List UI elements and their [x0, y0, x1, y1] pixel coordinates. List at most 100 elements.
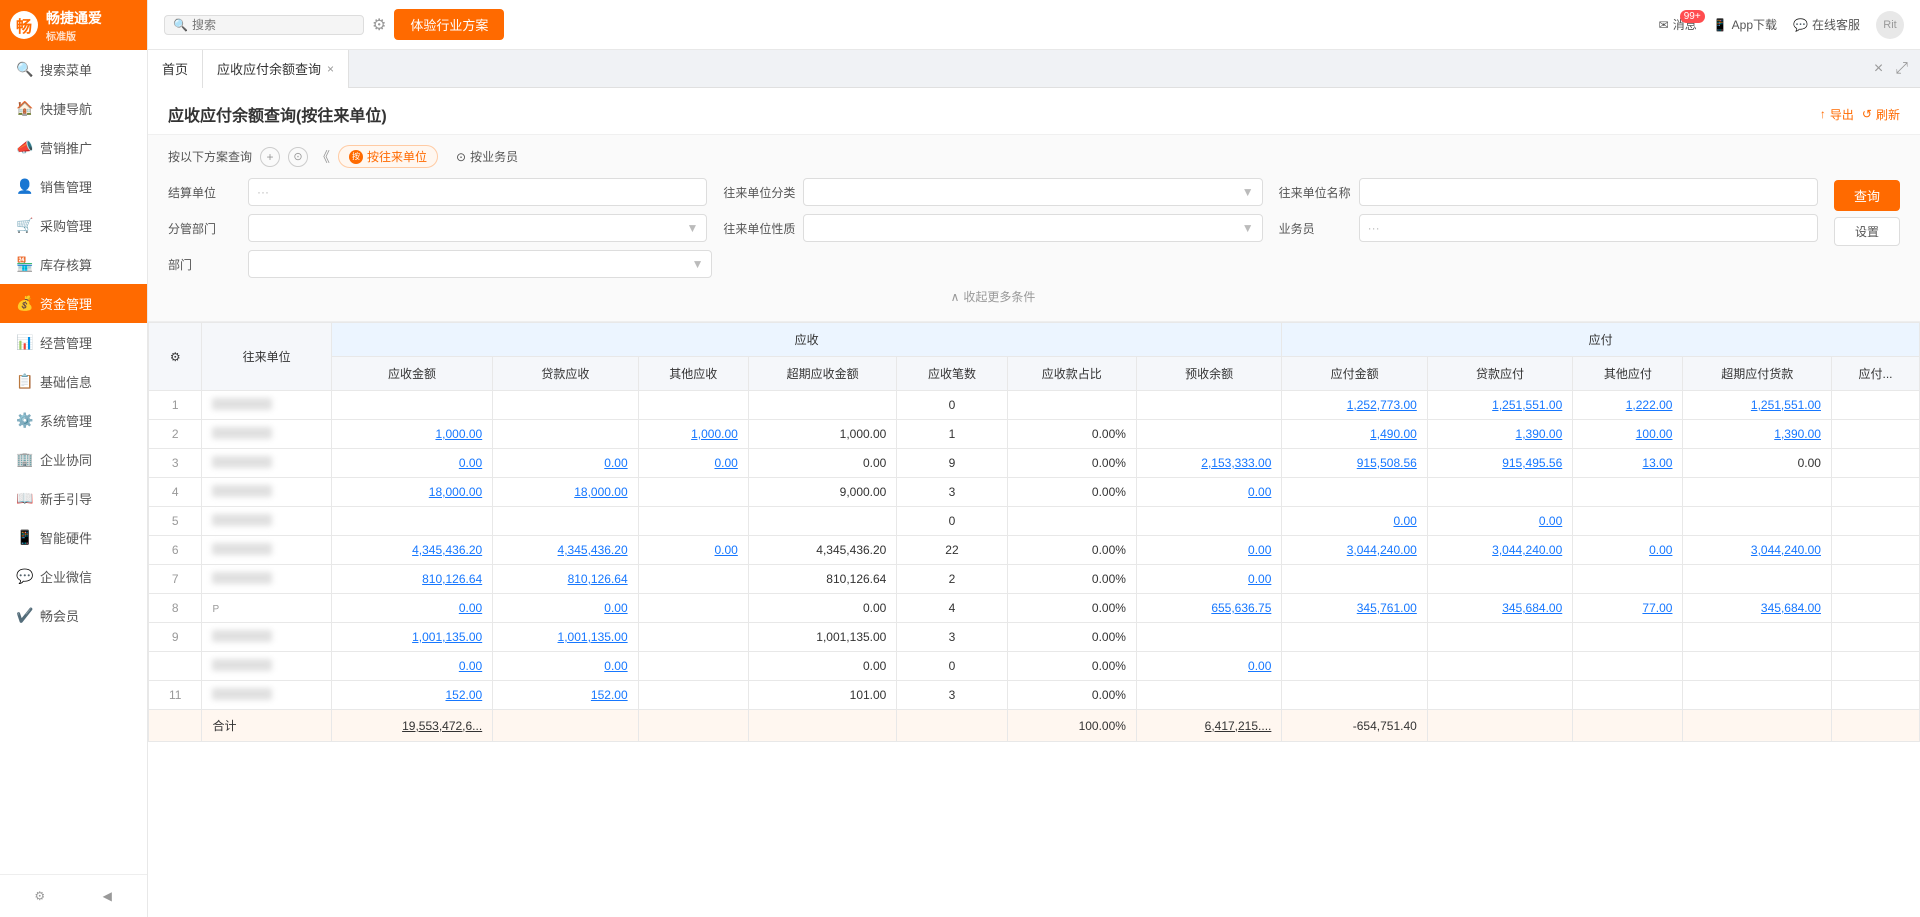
total-ar-prepay[interactable]: 6,417,215.... — [1136, 710, 1281, 742]
row-ar-amount-11[interactable]: 152.00 — [331, 681, 492, 710]
row-ap-other-8[interactable]: 77.00 — [1573, 594, 1683, 623]
partner-nature-input[interactable]: ▼ — [803, 214, 1262, 242]
row-ar-amount-4[interactable]: 18,000.00 — [331, 478, 492, 507]
filter-setting-button[interactable]: ⊙ — [288, 147, 308, 167]
sidebar-item-guide[interactable]: 📖 新手引导 — [0, 479, 147, 518]
partner-name-input[interactable] — [1359, 178, 1818, 206]
row-ap-other-2[interactable]: 100.00 — [1573, 420, 1683, 449]
row-ar-other-2[interactable]: 1,000.00 — [638, 420, 748, 449]
subdept-input[interactable]: ▼ — [248, 250, 712, 278]
app-download-button[interactable]: 📱 App下载 — [1713, 16, 1777, 33]
row-ap-loan-1[interactable]: 1,251,551.00 — [1427, 391, 1572, 420]
row-ar-amount-8[interactable]: 0.00 — [331, 594, 492, 623]
topbar-search-input[interactable] — [192, 18, 342, 32]
row-ar-loan-7[interactable]: 810,126.64 — [493, 565, 638, 594]
partner-type-input[interactable]: ▼ — [803, 178, 1262, 206]
solution-button[interactable]: 体验行业方案 — [394, 9, 504, 40]
sidebar-item-basic[interactable]: 📋 基础信息 — [0, 362, 147, 401]
sidebar-item-corp[interactable]: 🏢 企业协同 — [0, 440, 147, 479]
row-ar-loan-4[interactable]: 18,000.00 — [493, 478, 638, 507]
sidebar-collapse-button[interactable]: ◀ — [78, 885, 138, 907]
row-ar-amount-10[interactable]: 0.00 — [331, 652, 492, 681]
row-ar-amount-7[interactable]: 810,126.64 — [331, 565, 492, 594]
export-button[interactable]: ↑ 导出 — [1820, 106, 1854, 123]
close-all-icon[interactable]: × — [1870, 58, 1887, 80]
row-ap-loan-2[interactable]: 1,390.00 — [1427, 420, 1572, 449]
filter-scheme2[interactable]: ⊙ 按业务员 — [446, 146, 528, 167]
dept-input[interactable]: ▼ — [248, 214, 707, 242]
tab-home[interactable]: 首页 — [148, 50, 203, 88]
expand-icon[interactable]: ⤢ — [1891, 58, 1912, 80]
row-ap-loan-5[interactable]: 0.00 — [1427, 507, 1572, 536]
row-ar-loan-11[interactable]: 152.00 — [493, 681, 638, 710]
total-ar-amount[interactable]: 19,553,472,6... — [331, 710, 492, 742]
row-ap-other-3[interactable]: 13.00 — [1573, 449, 1683, 478]
row-ap-overdue-1[interactable]: 1,251,551.00 — [1683, 391, 1832, 420]
row-ar-loan-3[interactable]: 0.00 — [493, 449, 638, 478]
row-ap-amount-6[interactable]: 3,044,240.00 — [1282, 536, 1427, 565]
sidebar-item-quicknav[interactable]: 🏠 快捷导航 — [0, 89, 147, 128]
row-ap-overdue-8[interactable]: 345,684.00 — [1683, 594, 1832, 623]
sidebar-item-operation[interactable]: 📊 经营管理 — [0, 323, 147, 362]
row-ar-amount-2[interactable]: 1,000.00 — [331, 420, 492, 449]
settlement-input[interactable]: ··· — [248, 178, 707, 206]
filter-collapse-left-button[interactable]: 《 — [316, 147, 330, 167]
row-ar-loan-6[interactable]: 4,345,436.20 — [493, 536, 638, 565]
row-ar-other-3[interactable]: 0.00 — [638, 449, 748, 478]
row-ap-amount-2[interactable]: 1,490.00 — [1282, 420, 1427, 449]
sidebar-item-search[interactable]: 🔍 搜索菜单 — [0, 50, 147, 89]
filter-add-button[interactable]: + — [260, 147, 280, 167]
row-ap-loan-6[interactable]: 3,044,240.00 — [1427, 536, 1572, 565]
row-ap-other-1[interactable]: 1,222.00 — [1573, 391, 1683, 420]
row-ar-amount-3[interactable]: 0.00 — [331, 449, 492, 478]
set-button[interactable]: 设置 — [1834, 217, 1900, 246]
row-ap-amount-3[interactable]: 915,508.56 — [1282, 449, 1427, 478]
row-ar-prepay-4[interactable]: 0.00 — [1136, 478, 1281, 507]
settings-gear-icon[interactable]: ⚙ — [372, 15, 386, 35]
row-ap-overdue-2[interactable]: 1,390.00 — [1683, 420, 1832, 449]
row-ap-amount-1[interactable]: 1,252,773.00 — [1282, 391, 1427, 420]
sidebar-item-inventory[interactable]: 🏪 库存核算 — [0, 245, 147, 284]
row-ap-amount-8[interactable]: 345,761.00 — [1282, 594, 1427, 623]
refresh-button[interactable]: ↺ 刷新 — [1862, 106, 1900, 123]
online-service-button[interactable]: 💬 在线客服 — [1793, 16, 1860, 33]
row-ap-amount-5[interactable]: 0.00 — [1282, 507, 1427, 536]
messages-button[interactable]: ✉ 消息 99+ — [1659, 16, 1697, 33]
row-ar-prepay-7[interactable]: 0.00 — [1136, 565, 1281, 594]
row-ar-prepay-8[interactable]: 655,636.75 — [1136, 594, 1281, 623]
sidebar-setting-button[interactable]: ⚙ — [10, 885, 70, 907]
sidebar-item-hardware[interactable]: 📱 智能硬件 — [0, 518, 147, 557]
collapse-more-button[interactable]: ∧ 收起更多条件 — [168, 282, 1818, 311]
sidebar-item-marketing[interactable]: 📣 营销推广 — [0, 128, 147, 167]
query-button[interactable]: 查询 — [1834, 180, 1900, 211]
row-ar-prepay-6[interactable]: 0.00 — [1136, 536, 1281, 565]
row-ar-amount-9[interactable]: 1,001,135.00 — [331, 623, 492, 652]
row-ar-other-6[interactable]: 0.00 — [638, 536, 748, 565]
user-avatar[interactable]: Rit — [1876, 11, 1904, 39]
row-ap-other-6[interactable]: 0.00 — [1573, 536, 1683, 565]
sidebar-item-sales[interactable]: 👤 销售管理 — [0, 167, 147, 206]
row-ar-loan-9[interactable]: 1,001,135.00 — [493, 623, 638, 652]
tab-receivables[interactable]: 应收应付余额查询 × — [203, 50, 349, 88]
sidebar-item-member[interactable]: ✔️ 畅会员 — [0, 596, 147, 635]
sidebar-item-system[interactable]: ⚙️ 系统管理 — [0, 401, 147, 440]
sidebar-item-purchase[interactable]: 🛒 采购管理 — [0, 206, 147, 245]
row-ar-prepay-10[interactable]: 0.00 — [1136, 652, 1281, 681]
row-ap-loan-3[interactable]: 915,495.56 — [1427, 449, 1572, 478]
tab-close-icon[interactable]: × — [327, 62, 334, 76]
row-ar-prepay-3[interactable]: 2,153,333.00 — [1136, 449, 1281, 478]
row-ap-overdue-6[interactable]: 3,044,240.00 — [1683, 536, 1832, 565]
table-wrapper[interactable]: ⚙ 往来单位 应收 应付 应收金额 贷款应收 其他应收 超期应收金额 应收笔数 … — [148, 322, 1920, 917]
row-ap-rest-8 — [1831, 594, 1919, 623]
sidebar-logo: 畅 畅捷通爱 标准版 — [0, 0, 147, 50]
salesperson-input[interactable]: ··· — [1359, 214, 1818, 242]
filter-scheme1[interactable]: 按 按往来单位 — [338, 145, 438, 168]
row-ar-amount-6[interactable]: 4,345,436.20 — [331, 536, 492, 565]
row-ar-loan-10[interactable]: 0.00 — [493, 652, 638, 681]
sidebar-item-wechat[interactable]: 💬 企业微信 — [0, 557, 147, 596]
topbar-search-area[interactable]: 🔍 — [164, 15, 364, 35]
row-ar-loan-8[interactable]: 0.00 — [493, 594, 638, 623]
sidebar-item-finance[interactable]: 💰 资金管理 — [0, 284, 147, 323]
row-ap-loan-8[interactable]: 345,684.00 — [1427, 594, 1572, 623]
th-settings[interactable]: ⚙ — [149, 323, 202, 391]
